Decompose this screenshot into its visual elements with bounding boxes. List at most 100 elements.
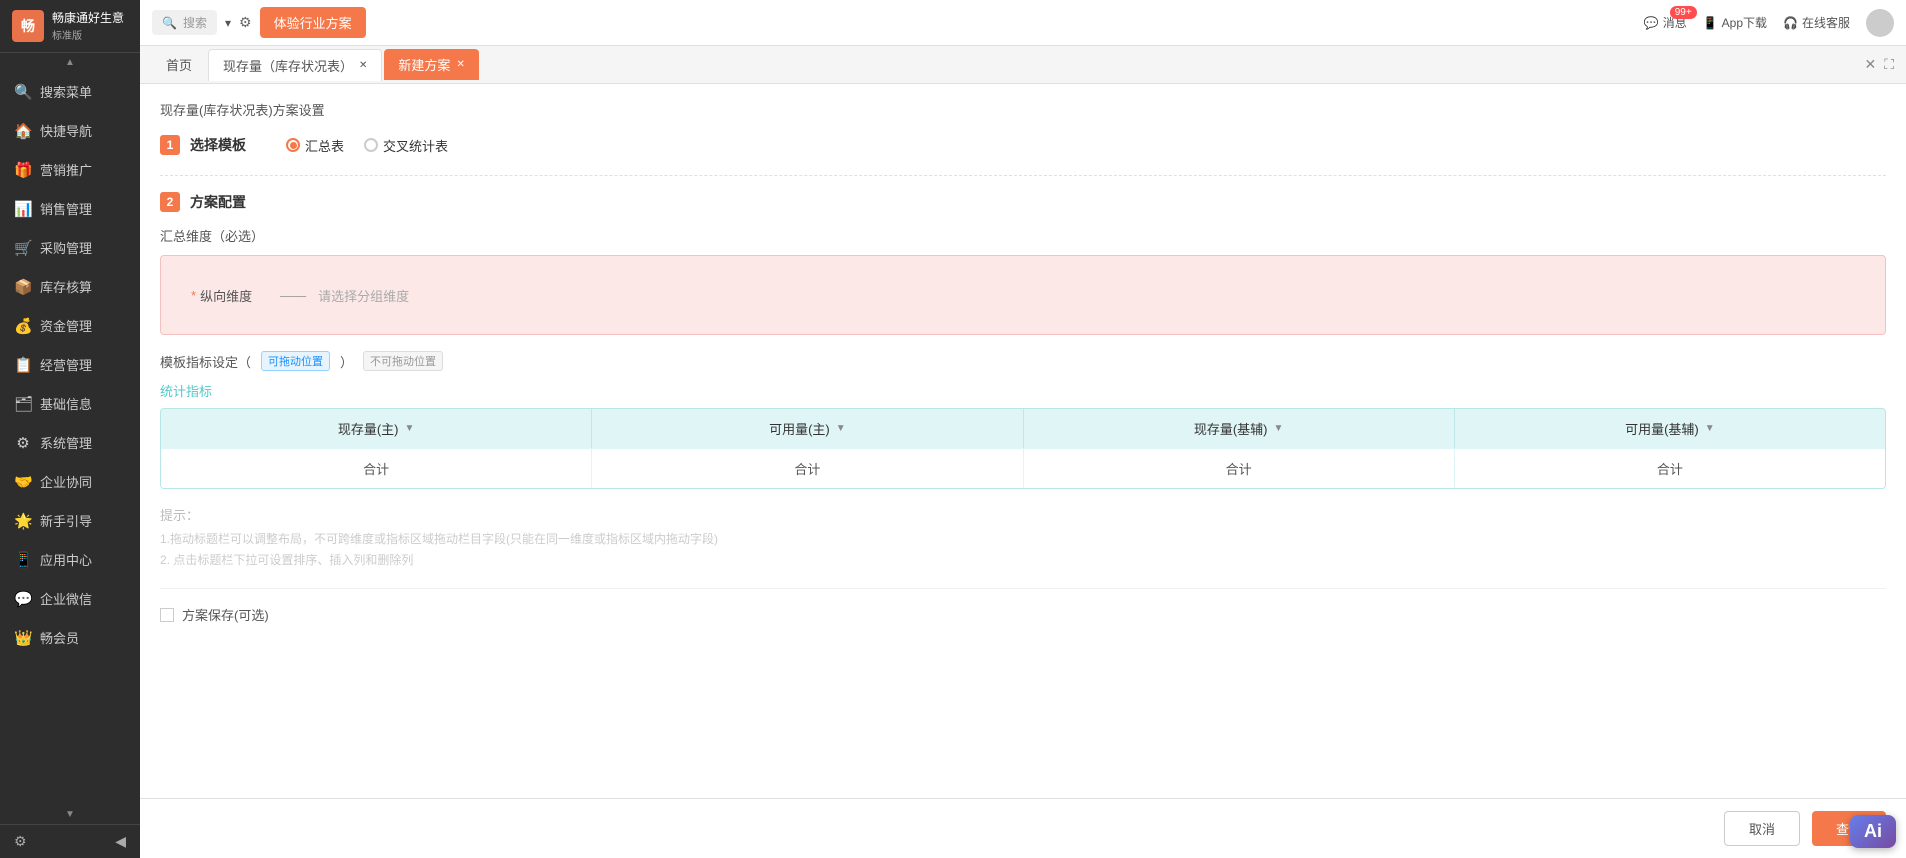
dimension-placeholder: 请选择分组维度 (318, 286, 409, 305)
message-badge: 99+ (1670, 6, 1697, 19)
message-icon: 💬 (1644, 16, 1659, 30)
ai-badge[interactable]: Ai (1850, 815, 1896, 848)
main-area: 🔍 搜索 ▾ ⚙ 体验行业方案 💬 消息 99+ 📱 App下载 🎧 在线客服 (140, 0, 1906, 858)
headset-icon: 🎧 (1783, 16, 1798, 30)
topbar-online-service[interactable]: 🎧 在线客服 (1783, 14, 1850, 31)
stat-col-1[interactable]: 可用量(主) ▼ (592, 409, 1023, 448)
sidebar-item-operations[interactable]: 📋 经营管理 (0, 345, 140, 384)
indicator-label: 模板指标设定（ 可拖动位置 ） 不可拖动位置 (160, 351, 1886, 371)
content-area: 现存量(库存状况表)方案设置 1 选择模板 汇总表 交叉统计表 (140, 84, 1906, 798)
sidebar-item-member[interactable]: 👑 畅会员 (0, 618, 140, 657)
dimension-label: 纵向维度 (200, 286, 252, 305)
tab-close-all-icon[interactable]: ✕ (1864, 56, 1876, 73)
indicator-draggable-badge: 可拖动位置 (261, 351, 330, 371)
handshake-icon: 🤝 (14, 473, 32, 491)
tab-expand-icon[interactable]: ⛶ (1884, 56, 1894, 73)
stat-col-2[interactable]: 现存量(基辅) ▼ (1024, 409, 1455, 448)
stat-cell-0: 合计 (161, 448, 592, 488)
sidebar-item-basic[interactable]: 🗂 基础信息 (0, 384, 140, 423)
save-option: 方案保存(可选) (160, 588, 1886, 624)
logo-icon: 畅 (12, 10, 44, 42)
chevron-down-icon-0: ▼ (405, 423, 415, 434)
cancel-button[interactable]: 取消 (1724, 811, 1800, 846)
radio-summary[interactable]: 汇总表 (286, 136, 344, 155)
topbar-right: 💬 消息 99+ 📱 App下载 🎧 在线客服 (1644, 9, 1894, 37)
logo-text: 畅康通好生意 (52, 10, 124, 27)
section-divider-1 (160, 175, 1886, 176)
sidebar-item-system[interactable]: ⚙ 系统管理 (0, 423, 140, 462)
search-icon: 🔍 (14, 83, 32, 101)
sidebar-item-search[interactable]: 🔍 搜索菜单 (0, 72, 140, 111)
sidebar-item-contracts[interactable]: 🤝 企业协同 (0, 462, 140, 501)
stat-table: 现存量(主) ▼ 可用量(主) ▼ 现存量(基辅) ▼ 可用量(基辅) (160, 408, 1886, 489)
step2-label: 方案配置 (190, 192, 246, 212)
collapse-icon[interactable]: ◀ (115, 833, 126, 850)
sidebar-scroll-up[interactable]: ▲ (0, 53, 140, 72)
tips-item-1: 2. 点击标题栏下拉可设置排序、插入列和删除列 (160, 551, 1886, 568)
stat-cell-1: 合计 (592, 448, 1023, 488)
chart-icon: 📊 (14, 200, 32, 218)
phone-icon: 📱 (14, 551, 32, 569)
wechat-icon: 💬 (14, 590, 32, 608)
sidebar-footer: ⚙ ◀ (0, 824, 140, 858)
stat-col-3[interactable]: 可用量(基辅) ▼ (1455, 409, 1885, 448)
tab-close-inventory[interactable]: ✕ (359, 60, 367, 71)
dimension-box: * 纵向维度 —— 请选择分组维度 (160, 255, 1886, 335)
topbar-app-download[interactable]: 📱 App下载 (1703, 14, 1767, 31)
tab-close-new-scheme[interactable]: ✕ (456, 59, 464, 70)
dimension-title: 汇总维度（必选） (160, 226, 1886, 245)
step1-header: 1 选择模板 汇总表 交叉统计表 (160, 135, 1886, 155)
radio-summary-circle (286, 138, 300, 152)
chevron-down-icon-1: ▼ (836, 423, 846, 434)
tab-inventory-status[interactable]: 现存量（库存状况表） ✕ (208, 49, 382, 81)
step2-header: 2 方案配置 (160, 192, 1886, 212)
crown-icon: 👑 (14, 629, 32, 647)
tabbar-actions: ✕ ⛶ (1864, 56, 1894, 73)
indicator-settings: 模板指标设定（ 可拖动位置 ） 不可拖动位置 统计指标 现存量(主) ▼ 可用量… (160, 351, 1886, 489)
save-label: 方案保存(可选) (182, 605, 269, 624)
sidebar-item-appcenter[interactable]: 📱 应用中心 (0, 540, 140, 579)
tabbar: 首页 现存量（库存状况表） ✕ 新建方案 ✕ ✕ ⛶ (140, 46, 1906, 84)
tab-new-scheme[interactable]: 新建方案 ✕ (384, 49, 478, 80)
sidebar-item-wechat[interactable]: 💬 企业微信 (0, 579, 140, 618)
stat-cell-3: 合计 (1455, 448, 1885, 488)
sidebar-item-quicknav[interactable]: 🏠 快捷导航 (0, 111, 140, 150)
sidebar-scroll-down[interactable]: ▼ (0, 805, 140, 824)
sidebar-item-marketing[interactable]: 🎁 营销推广 (0, 150, 140, 189)
chevron-down-icon-2: ▼ (1274, 423, 1284, 434)
home-icon: 🏠 (14, 122, 32, 140)
sidebar-item-sales[interactable]: 📊 销售管理 (0, 189, 140, 228)
stat-cell-2: 合计 (1024, 448, 1455, 488)
user-avatar[interactable] (1866, 9, 1894, 37)
save-checkbox[interactable] (160, 608, 174, 622)
sidebar-item-finance[interactable]: 💰 资金管理 (0, 306, 140, 345)
settings-icon[interactable]: ⚙ (14, 833, 27, 850)
sidebar-item-guide[interactable]: 🌟 新手引导 (0, 501, 140, 540)
folder-icon: 🗂 (14, 395, 32, 413)
dimension-dash: —— (280, 288, 306, 303)
tab-home[interactable]: 首页 (152, 49, 206, 80)
star-icon: 🌟 (14, 512, 32, 530)
gear-icon: ⚙ (14, 434, 32, 452)
step2-section: 2 方案配置 汇总维度（必选） * 纵向维度 —— 请选择分组维度 模板指标设定… (160, 192, 1886, 568)
stat-table-row: 合计 合计 合计 合计 (161, 448, 1885, 488)
clipboard-icon: 📋 (14, 356, 32, 374)
template-options: 汇总表 交叉统计表 (286, 136, 448, 155)
sidebar-item-inventory[interactable]: 📦 库存核算 (0, 267, 140, 306)
topbar-gear-icon[interactable]: ⚙ (239, 14, 252, 31)
radio-cross[interactable]: 交叉统计表 (364, 136, 448, 155)
phone-icon: 📱 (1703, 16, 1718, 30)
topbar-message[interactable]: 💬 消息 99+ (1644, 14, 1687, 31)
topbar-cta-button[interactable]: 体验行业方案 (260, 7, 366, 38)
gift-icon: 🎁 (14, 161, 32, 179)
money-icon: 💰 (14, 317, 32, 335)
topbar-search[interactable]: 🔍 搜索 (152, 10, 217, 35)
step1-section: 1 选择模板 汇总表 交叉统计表 (160, 135, 1886, 155)
indicator-fixed-badge: 不可拖动位置 (363, 351, 443, 371)
cart-icon: 🛒 (14, 239, 32, 257)
stat-table-header: 现存量(主) ▼ 可用量(主) ▼ 现存量(基辅) ▼ 可用量(基辅) (161, 409, 1885, 448)
step2-num: 2 (160, 192, 180, 212)
stat-col-0[interactable]: 现存量(主) ▼ (161, 409, 592, 448)
sidebar-item-purchase[interactable]: 🛒 采购管理 (0, 228, 140, 267)
topbar-dropdown[interactable]: ▾ (225, 16, 231, 30)
